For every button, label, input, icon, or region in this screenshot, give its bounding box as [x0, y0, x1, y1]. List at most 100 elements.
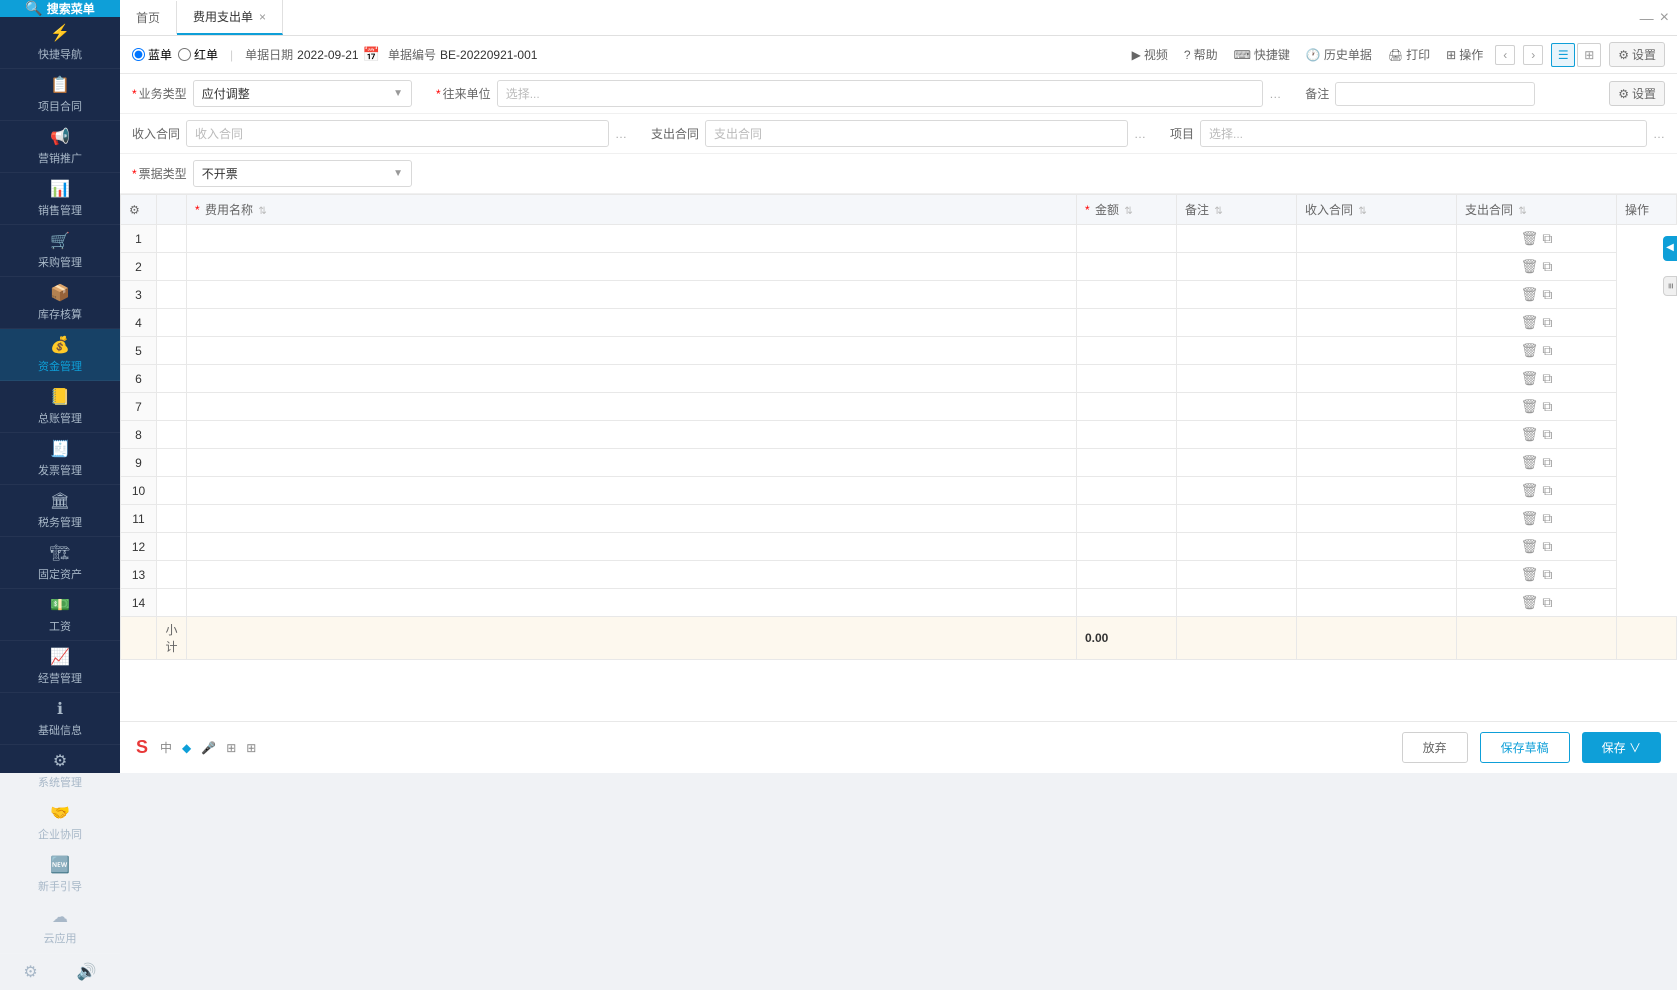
note-input[interactable]: [1335, 82, 1535, 106]
cell-expense-contract-8[interactable]: [1297, 421, 1457, 449]
expense-contract-extra-btn[interactable]: …: [1134, 127, 1146, 141]
copy-row-6-btn[interactable]: ⧉: [1542, 370, 1552, 387]
print-btn[interactable]: 🖨 打印: [1384, 44, 1434, 65]
project-input[interactable]: 选择...: [1200, 120, 1647, 147]
cell-income-contract-7[interactable]: [1177, 393, 1297, 421]
cell-expense-contract-12[interactable]: [1297, 533, 1457, 561]
delete-row-12-btn[interactable]: 🗑: [1521, 538, 1539, 555]
history-btn[interactable]: 🕐 历史单据: [1302, 44, 1376, 65]
right-sidebar-tab[interactable]: ◀: [1663, 236, 1677, 261]
project-extra-btn[interactable]: …: [1653, 127, 1665, 141]
copy-row-12-btn[interactable]: ⧉: [1542, 538, 1552, 555]
delete-row-1-btn[interactable]: 🗑: [1521, 230, 1539, 247]
copy-row-10-btn[interactable]: ⧉: [1542, 482, 1552, 499]
cell-expense-contract-7[interactable]: [1297, 393, 1457, 421]
sidebar-item-business[interactable]: 📈 经营管理: [0, 641, 120, 693]
discard-btn[interactable]: 放弃: [1402, 732, 1468, 763]
cell-amount-11[interactable]: [187, 505, 1077, 533]
cell-note-2[interactable]: [1077, 253, 1177, 281]
cell-expense-contract-11[interactable]: [1297, 505, 1457, 533]
window-close-btn[interactable]: ×: [1660, 9, 1669, 27]
footer-icon-mic[interactable]: 🎤: [201, 741, 216, 755]
delete-row-13-btn[interactable]: 🗑: [1521, 566, 1539, 583]
sidebar-item-ledger[interactable]: 📒 总账管理: [0, 381, 120, 433]
cell-expense-name-1[interactable]: [157, 225, 187, 253]
cell-income-contract-6[interactable]: [1177, 365, 1297, 393]
cell-note-1[interactable]: [1077, 225, 1177, 253]
income-contract-extra-btn[interactable]: …: [615, 127, 627, 141]
cell-income-contract-4[interactable]: [1177, 309, 1297, 337]
cell-expense-name-9[interactable]: [157, 449, 187, 477]
copy-row-11-btn[interactable]: ⧉: [1542, 510, 1552, 527]
nav-prev-btn[interactable]: ‹: [1495, 45, 1515, 65]
sidebar-item-inventory[interactable]: 📦 库存核算: [0, 277, 120, 329]
copy-row-7-btn[interactable]: ⧉: [1542, 398, 1552, 415]
cell-expense-contract-9[interactable]: [1297, 449, 1457, 477]
view-grid-btn[interactable]: ⊞: [1577, 43, 1601, 67]
cell-amount-5[interactable]: [187, 337, 1077, 365]
copy-row-14-btn[interactable]: ⧉: [1542, 594, 1552, 611]
cell-note-4[interactable]: [1077, 309, 1177, 337]
cell-expense-contract-1[interactable]: [1297, 225, 1457, 253]
settings-bottom-icon[interactable]: ⚙: [23, 962, 37, 982]
cell-note-7[interactable]: [1077, 393, 1177, 421]
cell-income-contract-9[interactable]: [1177, 449, 1297, 477]
cell-expense-contract-5[interactable]: [1297, 337, 1457, 365]
ops-btn[interactable]: ⊞ 操作: [1442, 44, 1487, 65]
sidebar-item-project-contract[interactable]: 📋 项目合同: [0, 69, 120, 121]
cell-expense-name-2[interactable]: [157, 253, 187, 281]
cell-expense-name-13[interactable]: [157, 561, 187, 589]
cell-income-contract-5[interactable]: [1177, 337, 1297, 365]
sidebar-item-new-guide[interactable]: 🆕 新手引导: [0, 849, 120, 901]
th-amount[interactable]: * 金额 ⇅: [1077, 195, 1177, 225]
cell-expense-name-10[interactable]: [157, 477, 187, 505]
copy-row-9-btn[interactable]: ⧉: [1542, 454, 1552, 471]
cell-income-contract-14[interactable]: [1177, 589, 1297, 617]
cell-income-contract-11[interactable]: [1177, 505, 1297, 533]
cell-note-14[interactable]: [1077, 589, 1177, 617]
radio-blue-bill[interactable]: 蓝单: [132, 46, 172, 63]
radio-blue-input[interactable]: [132, 48, 145, 61]
cell-expense-contract-13[interactable]: [1297, 561, 1457, 589]
sidebar-item-quick-nav[interactable]: ⚡ 快捷导航: [0, 17, 120, 69]
right-sidebar-tab-2[interactable]: ≡: [1663, 276, 1677, 296]
cell-note-8[interactable]: [1077, 421, 1177, 449]
cell-expense-name-8[interactable]: [157, 421, 187, 449]
cell-amount-10[interactable]: [187, 477, 1077, 505]
sidebar-item-system[interactable]: ⚙ 系统管理: [0, 745, 120, 797]
delete-row-7-btn[interactable]: 🗑: [1521, 398, 1539, 415]
cell-amount-6[interactable]: [187, 365, 1077, 393]
cell-expense-name-4[interactable]: [157, 309, 187, 337]
cell-amount-1[interactable]: [187, 225, 1077, 253]
delete-row-4-btn[interactable]: 🗑: [1521, 314, 1539, 331]
cell-expense-name-11[interactable]: [157, 505, 187, 533]
delete-row-2-btn[interactable]: 🗑: [1521, 258, 1539, 275]
expense-contract-input[interactable]: 支出合同: [705, 120, 1128, 147]
sidebar-item-basic-info[interactable]: ℹ 基础信息: [0, 693, 120, 745]
cell-amount-12[interactable]: [187, 533, 1077, 561]
sidebar-item-company-collab[interactable]: 🤝 企业协同: [0, 797, 120, 849]
income-contract-input[interactable]: 收入合同: [186, 120, 609, 147]
delete-row-5-btn[interactable]: 🗑: [1521, 342, 1539, 359]
delete-row-8-btn[interactable]: 🗑: [1521, 426, 1539, 443]
cell-expense-name-14[interactable]: [157, 589, 187, 617]
radio-red-bill[interactable]: 红单: [178, 46, 218, 63]
calendar-icon[interactable]: 📅: [363, 46, 380, 63]
copy-row-4-btn[interactable]: ⧉: [1542, 314, 1552, 331]
th-expense-name[interactable]: * 费用名称 ⇅: [187, 195, 1077, 225]
radio-red-input[interactable]: [178, 48, 191, 61]
cell-expense-contract-4[interactable]: [1297, 309, 1457, 337]
form-settings-btn[interactable]: ⚙ 设置: [1609, 81, 1665, 106]
cell-expense-contract-10[interactable]: [1297, 477, 1457, 505]
sidebar-item-marketing[interactable]: 📢 营销推广: [0, 121, 120, 173]
sidebar-item-payroll[interactable]: 💵 工资: [0, 589, 120, 641]
delete-row-3-btn[interactable]: 🗑: [1521, 286, 1539, 303]
sidebar-item-cloud-apps[interactable]: ☁ 云应用: [0, 901, 120, 953]
delete-row-6-btn[interactable]: 🗑: [1521, 370, 1539, 387]
cell-expense-name-3[interactable]: [157, 281, 187, 309]
view-list-btn[interactable]: ☰: [1551, 43, 1575, 67]
cell-note-12[interactable]: [1077, 533, 1177, 561]
counterpart-extra-btn[interactable]: …: [1269, 87, 1281, 101]
footer-icon-zh[interactable]: 中: [160, 739, 172, 756]
tab-expense-sheet-close[interactable]: ×: [259, 10, 266, 24]
